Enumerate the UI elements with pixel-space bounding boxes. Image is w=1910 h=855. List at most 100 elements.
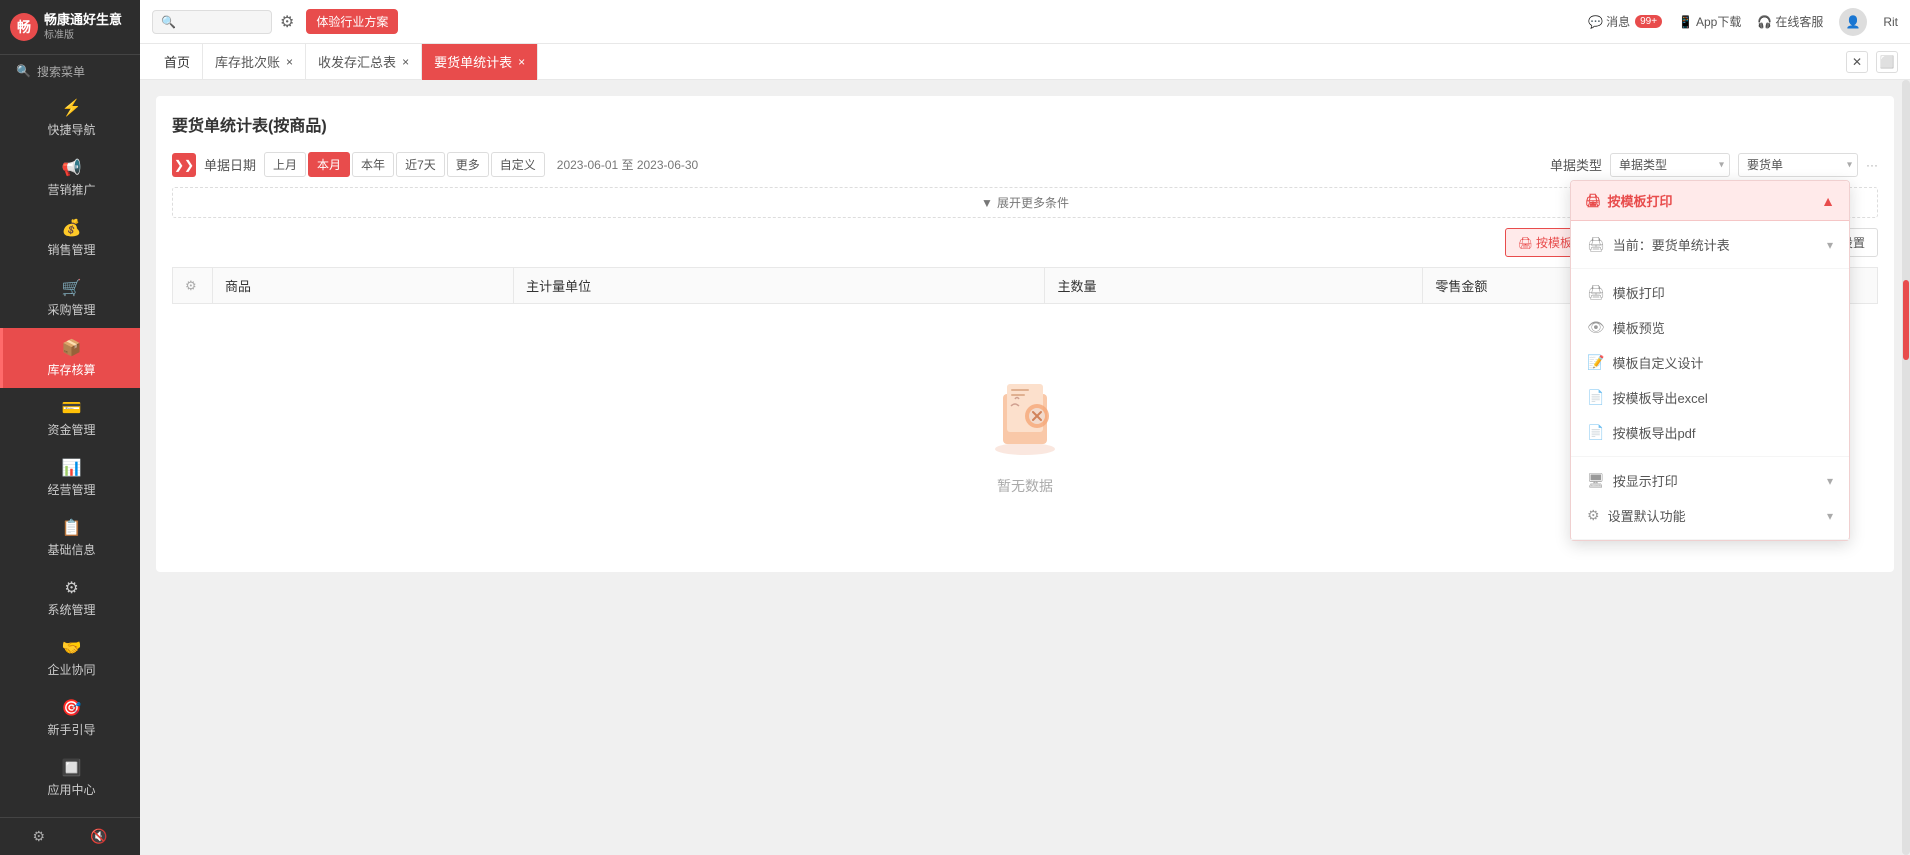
dropdown-title: 🖨 按模板打印 [1585,191,1673,210]
sidebar-search[interactable]: 🔍 搜索菜单 [0,55,140,88]
dropdown-item-display-print[interactable]: 🖥 按显示打印 ▾ [1571,463,1849,498]
sidebar-item-system[interactable]: ⚙ 系统管理 [0,568,140,628]
tabs-controls: ✕ ⬜ [1846,51,1898,73]
order-category-select[interactable]: 要货单 [1738,153,1858,177]
sidebar-item-marketing[interactable]: 📢 营销推广 [0,148,140,208]
tab-batch-close[interactable]: × [286,55,293,69]
messages-action[interactable]: 💬 消息 99+ [1588,13,1662,30]
sidebar-item-sales[interactable]: 💰 销售管理 [0,208,140,268]
tab-order-label: 要货单统计表 [434,52,512,71]
dropdown-current-item[interactable]: 🖨 当前：要货单统计表 ▾ [1571,227,1849,262]
date-range-display: 2023-06-01 至 2023-06-30 [557,156,698,173]
sidebar-item-shortcut[interactable]: ⚡ 快捷导航 [0,88,140,148]
dropdown-item-default-func[interactable]: ⚙ 设置默认功能 ▾ [1571,498,1849,533]
expand-arrow-icon: ▼ [981,196,993,210]
item-left: ⚙ 设置默认功能 [1587,506,1686,525]
messages-label: 消息 [1606,13,1630,30]
sidebar-item-label: 经营管理 [47,481,95,498]
current-month-btn[interactable]: 本月 [308,152,350,177]
search-label: 搜索菜单 [37,63,85,80]
app-download-action[interactable]: 📱 App下载 [1678,13,1741,30]
filter-expand-button[interactable]: ❯❯ [172,153,196,177]
dropdown-item-export-pdf[interactable]: 📄 按模板导出pdf [1571,415,1849,450]
sidebar-item-inventory[interactable]: 📦 库存核算 [0,328,140,388]
filter-bar: ❯❯ 单据日期 上月 本月 本年 近7天 更多 自定义 2023-06-01 至… [172,152,1878,177]
messages-badge: 99+ [1635,15,1662,28]
dropdown-item-template-preview[interactable]: 👁 模板预览 [1571,310,1849,345]
audio-bottom-icon[interactable]: 🔇 [90,828,107,845]
empty-text: 暂无数据 [997,476,1053,496]
sidebar-item-label: 应用中心 [47,781,95,798]
more-options-icon: ··· [1866,158,1878,172]
sidebar-item-wechat[interactable]: 💬 企业微信 [0,808,140,817]
col-settings: ⚙ [173,268,213,304]
settings-icon[interactable]: ⚙ [280,12,294,32]
dropdown-print-icon: 🖨 [1585,193,1602,209]
sidebar-item-label: 采购管理 [47,301,95,318]
sidebar-item-basics[interactable]: 📋 基础信息 [0,508,140,568]
shortcut-icon: ⚡ [62,98,82,118]
table-settings-icon[interactable]: ⚙ [185,278,197,293]
user-avatar[interactable]: 👤 [1839,8,1867,36]
sidebar-item-label: 资金管理 [47,421,95,438]
sidebar-item-guide[interactable]: 🎯 新手引导 [0,688,140,748]
sidebar-item-label: 快捷导航 [47,121,95,138]
order-type-select[interactable]: 单据类型 [1610,153,1730,177]
sidebar-item-purchase[interactable]: 🛒 采购管理 [0,268,140,328]
tab-batch-account[interactable]: 库存批次账 × [203,44,306,80]
trial-button[interactable]: 体验行业方案 [306,9,398,34]
sidebar-item-finance[interactable]: 💳 资金管理 [0,388,140,448]
basics-icon: 📋 [62,518,82,538]
tab-order-close[interactable]: × [518,55,525,69]
tab-maximize-btn[interactable]: ⬜ [1876,51,1898,73]
tab-home[interactable]: 首页 [152,44,203,80]
dropdown-item-template-print[interactable]: 🖨 模板打印 [1571,275,1849,310]
template-design-label: 模板自定义设计 [1612,353,1703,372]
topbar: 🔍 ⚙ 体验行业方案 💬 消息 99+ 📱 App下载 🎧 在线客服 👤 Ri [140,0,1910,44]
search-icon: 🔍 [16,64,31,78]
tab-receipts-summary[interactable]: 收发存汇总表 × [306,44,422,80]
service-icon: 🎧 [1757,15,1772,29]
dropdown-item-template-design[interactable]: 📝 模板自定义设计 [1571,345,1849,380]
page-title: 要货单统计表(按商品) [172,112,1878,136]
settings-bottom-icon[interactable]: ⚙ [33,828,46,845]
print-icon: 🖨 [1518,236,1533,250]
topbar-search[interactable]: 🔍 [152,10,272,34]
operations-icon: 📊 [62,458,82,478]
item-left: 📄 按模板导出pdf [1587,423,1696,442]
sidebar-item-collab[interactable]: 🤝 企业协同 [0,628,140,688]
sidebar-item-label: 系统管理 [47,601,95,618]
right-scrollbar[interactable] [1902,80,1910,855]
dropdown-item-export-excel[interactable]: 📄 按模板导出excel [1571,380,1849,415]
current-item-label: 当前：要货单统计表 [1613,235,1730,254]
dropdown-title-label: 按模板打印 [1608,191,1673,210]
more-btn[interactable]: 更多 [447,152,489,177]
prev-month-btn[interactable]: 上月 [264,152,306,177]
col-quantity: 主数量 [1045,268,1423,304]
sidebar-item-label: 企业协同 [47,661,95,678]
purchase-icon: 🛒 [62,278,82,298]
custom-btn[interactable]: 自定义 [491,152,545,177]
tab-order-summary[interactable]: 要货单统计表 × [422,44,538,80]
default-func-icon: ⚙ [1587,507,1600,524]
order-type-select-wrap: 单据类型 [1610,153,1730,177]
tab-receipts-close[interactable]: × [402,55,409,69]
sidebar-item-operations[interactable]: 📊 经营管理 [0,448,140,508]
template-print-icon: 🖨 [1587,284,1605,301]
template-preview-icon: 👁 [1587,319,1605,336]
tab-close-all-btn[interactable]: ✕ [1846,51,1868,73]
page-content: 要货单统计表(按商品) ❯❯ 单据日期 上月 本月 本年 近7天 更多 自定义 … [140,80,1910,855]
user-name: Rit [1883,15,1898,29]
sidebar-item-label: 基础信息 [47,541,95,558]
online-service-action[interactable]: 🎧 在线客服 [1757,13,1823,30]
dropdown-close-icon[interactable]: ▲ [1821,193,1835,209]
date-filter-label: 单据日期 [204,155,256,174]
sidebar-item-apps[interactable]: 🔲 应用中心 [0,748,140,808]
last7days-btn[interactable]: 近7天 [396,152,445,177]
current-year-btn[interactable]: 本年 [352,152,394,177]
order-type-label: 单据类型 [1550,155,1602,174]
app-icon: 📱 [1678,15,1693,29]
template-print-label: 模板打印 [1613,283,1665,302]
finance-icon: 💳 [62,398,82,418]
tab-batch-label: 库存批次账 [215,52,280,71]
